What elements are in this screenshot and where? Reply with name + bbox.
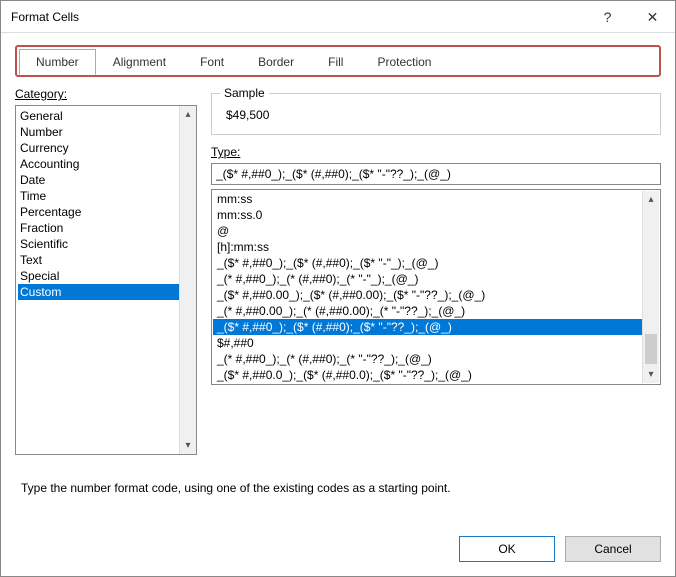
tab-font[interactable]: Font [183,49,241,75]
type-list-wrap: mm:ssmm:ss.0@[h]:mm:ss_($* #,##0_);_($* … [211,189,661,385]
category-item[interactable]: Time [18,188,179,204]
tab-area: Number Alignment Font Border Fill Protec… [15,45,661,77]
scroll-up-icon[interactable]: ▴ [180,106,196,123]
tab-fill[interactable]: Fill [311,49,360,75]
format-cells-dialog: Format Cells ? ✕ Number Alignment Font B… [0,0,676,577]
scroll-thumb[interactable] [645,334,657,364]
type-list-item[interactable]: _(* #,##0.00_);_(* (#,##0.00);_(* "-"??_… [213,303,642,319]
type-list-item[interactable]: mm:ss.0 [213,207,642,223]
tab-protection[interactable]: Protection [360,49,448,75]
category-item[interactable]: Date [18,172,179,188]
scroll-down-icon[interactable]: ▾ [643,366,659,383]
category-item[interactable]: Scientific [18,236,179,252]
sample-group: Sample $49,500 [211,93,661,135]
type-list-item[interactable]: _($* #,##0.00_);_($* (#,##0.00);_($* "-"… [213,287,642,303]
category-item[interactable]: Number [18,124,179,140]
close-button[interactable]: ✕ [630,1,675,32]
help-button[interactable]: ? [585,1,630,32]
type-scrollbar[interactable]: ▴ ▾ [642,191,659,383]
category-item[interactable]: Fraction [18,220,179,236]
tab-border[interactable]: Border [241,49,311,75]
sample-label: Sample [220,86,269,100]
category-label: Category: [15,87,197,101]
cancel-button[interactable]: Cancel [565,536,661,562]
details-column: Sample $49,500 Type: mm:ssmm:ss.0@[h]:mm… [211,87,661,455]
category-item[interactable]: General [18,108,179,124]
button-row: OK Cancel [459,536,661,562]
type-list-item[interactable]: @ [213,223,642,239]
type-list-item[interactable]: [h]:mm:ss [213,239,642,255]
category-item[interactable]: Text [18,252,179,268]
content-panel: Category: GeneralNumberCurrencyAccountin… [1,77,675,455]
type-input[interactable] [211,163,661,185]
type-list-item[interactable]: $#,##0 [213,335,642,351]
type-label: Type: [211,145,661,159]
type-list-item[interactable]: mm:ss [213,191,642,207]
scroll-down-icon[interactable]: ▾ [180,437,196,454]
dialog-title: Format Cells [11,10,585,24]
category-item[interactable]: Accounting [18,156,179,172]
category-listbox[interactable]: GeneralNumberCurrencyAccountingDateTimeP… [15,105,197,455]
category-column: Category: GeneralNumberCurrencyAccountin… [15,87,197,455]
category-item[interactable]: Currency [18,140,179,156]
ok-button[interactable]: OK [459,536,555,562]
category-item[interactable]: Percentage [18,204,179,220]
category-item[interactable]: Special [18,268,179,284]
category-scrollbar[interactable]: ▴ ▾ [179,106,196,454]
type-listbox[interactable]: mm:ssmm:ss.0@[h]:mm:ss_($* #,##0_);_($* … [213,191,642,383]
titlebar: Format Cells ? ✕ [1,1,675,33]
type-list-item[interactable]: _($* #,##0_);_($* (#,##0);_($* "-"_);_(@… [213,255,642,271]
type-list-item[interactable]: _(* #,##0_);_(* (#,##0);_(* "-"_);_(@_) [213,271,642,287]
type-list-item[interactable]: _($* #,##0_);_($* (#,##0);_($* "-"??_);_… [213,319,642,335]
type-list-item[interactable]: _(* #,##0_);_(* (#,##0);_(* "-"??_);_(@_… [213,351,642,367]
description-text: Type the number format code, using one o… [1,455,675,495]
tab-number[interactable]: Number [19,49,96,75]
sample-value: $49,500 [224,104,648,124]
tabstrip: Number Alignment Font Border Fill Protec… [15,45,661,77]
type-list-item[interactable]: _($* #,##0.0_);_($* (#,##0.0);_($* "-"??… [213,367,642,383]
tab-alignment[interactable]: Alignment [96,49,183,75]
category-item[interactable]: Custom [18,284,179,300]
scroll-up-icon[interactable]: ▴ [643,191,659,208]
